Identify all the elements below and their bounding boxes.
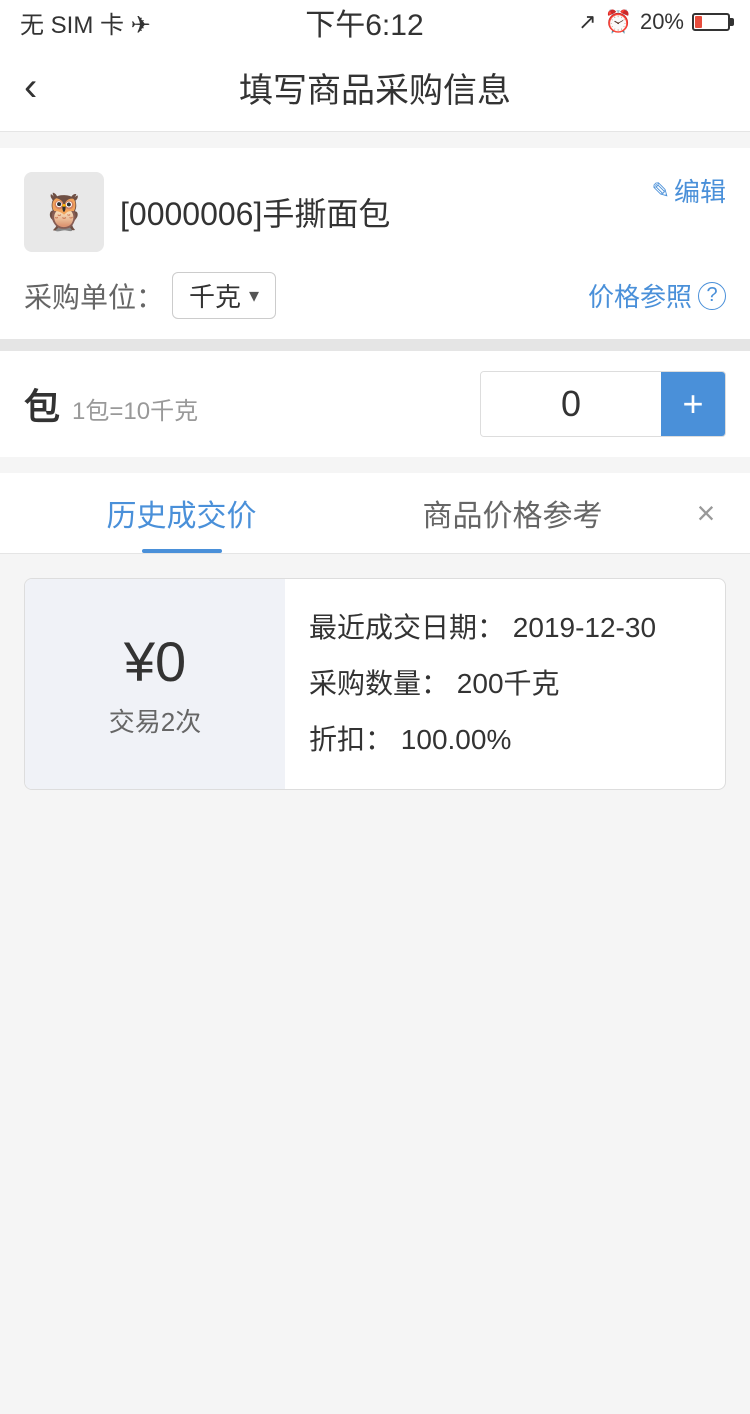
gray-divider <box>0 339 750 351</box>
recent-date-label: 最近成交日期： <box>309 612 505 643</box>
nav-bar: ‹ 填写商品采购信息 <box>0 44 750 132</box>
location-icon: ↗ <box>578 9 596 35</box>
product-left: 🦉 [0000006]手撕面包 <box>24 172 390 252</box>
edit-label: 编辑 <box>674 172 726 209</box>
edit-icon: ✎ <box>652 178 670 204</box>
signal-text: 无 SIM 卡 ✈ <box>20 5 151 40</box>
quantity-row: 包 1包=10千克 + <box>0 351 750 457</box>
unit-dropdown-icon: ▾ <box>249 283 259 308</box>
status-time: 下午6:12 <box>305 0 423 44</box>
tabs-close-button[interactable]: × <box>678 485 734 541</box>
discount-value: 100.00% <box>401 724 512 755</box>
page-title: 填写商品采购信息 <box>239 63 511 112</box>
price-ref-button[interactable]: 价格参照 ? <box>588 277 726 314</box>
alarm-icon: ⏰ <box>605 9 632 35</box>
qty-input-wrapper: + <box>480 371 726 437</box>
history-right: 最近成交日期： 2019-12-30 采购数量： 200千克 折扣： 100.0… <box>285 579 725 789</box>
history-section: ¥0 交易2次 最近成交日期： 2019-12-30 采购数量： 200千克 折… <box>0 554 750 814</box>
tab-price-ref-label: 商品价格参考 <box>423 491 603 535</box>
edit-button[interactable]: ✎ 编辑 <box>652 172 726 209</box>
discount-row: 折扣： 100.00% <box>309 719 701 761</box>
qty-unit-name: 包 <box>24 378 60 430</box>
purchase-qty-label: 采购数量： <box>309 668 449 699</box>
tab-history-label: 历史成交价 <box>107 491 257 535</box>
status-right: ↗ ⏰ 20% <box>578 9 730 35</box>
qty-plus-button[interactable]: + <box>661 372 725 436</box>
product-name: [0000006]手撕面包 <box>120 189 390 235</box>
history-left: ¥0 交易2次 <box>25 579 285 789</box>
discount-label: 折扣： <box>309 724 393 755</box>
price-ref-label: 价格参照 <box>588 277 692 314</box>
battery-percent: 20% <box>640 9 684 35</box>
tabs-container: 历史成交价 商品价格参考 × <box>0 473 750 554</box>
battery-icon <box>692 13 730 31</box>
qty-input[interactable] <box>481 372 661 436</box>
page-background <box>0 814 750 1414</box>
price-ref-icon: ? <box>698 282 726 310</box>
back-button[interactable]: ‹ <box>24 65 37 110</box>
qty-conversion: 1包=10千克 <box>72 391 198 426</box>
product-unit-row: 采购单位： 千克 ▾ 价格参照 ? <box>24 272 726 319</box>
unit-label: 采购单位： <box>24 276 164 316</box>
history-card: ¥0 交易2次 最近成交日期： 2019-12-30 采购数量： 200千克 折… <box>24 578 726 790</box>
product-card: 🦉 [0000006]手撕面包 ✎ 编辑 采购单位： 千克 ▾ 价格参照 ? <box>0 148 750 339</box>
product-thumbnail: 🦉 <box>24 172 104 252</box>
purchase-qty-value: 200千克 <box>457 668 560 699</box>
tabs-row: 历史成交价 商品价格参考 × <box>0 473 750 553</box>
history-trades: 交易2次 <box>109 702 201 739</box>
status-bar: 无 SIM 卡 ✈ 下午6:12 ↗ ⏰ 20% <box>0 0 750 44</box>
recent-date-value: 2019-12-30 <box>513 612 656 643</box>
purchase-qty-row: 采购数量： 200千克 <box>309 663 701 705</box>
recent-date-row: 最近成交日期： 2019-12-30 <box>309 607 701 649</box>
tab-history-price[interactable]: 历史成交价 <box>16 473 347 553</box>
unit-value: 千克 <box>189 277 241 314</box>
unit-select[interactable]: 千克 ▾ <box>172 272 276 319</box>
qty-label: 包 1包=10千克 <box>24 378 198 430</box>
product-header: 🦉 [0000006]手撕面包 ✎ 编辑 <box>24 172 726 252</box>
tab-price-reference[interactable]: 商品价格参考 <box>347 473 678 553</box>
history-price: ¥0 <box>124 629 186 694</box>
status-left: 无 SIM 卡 ✈ <box>20 5 151 40</box>
